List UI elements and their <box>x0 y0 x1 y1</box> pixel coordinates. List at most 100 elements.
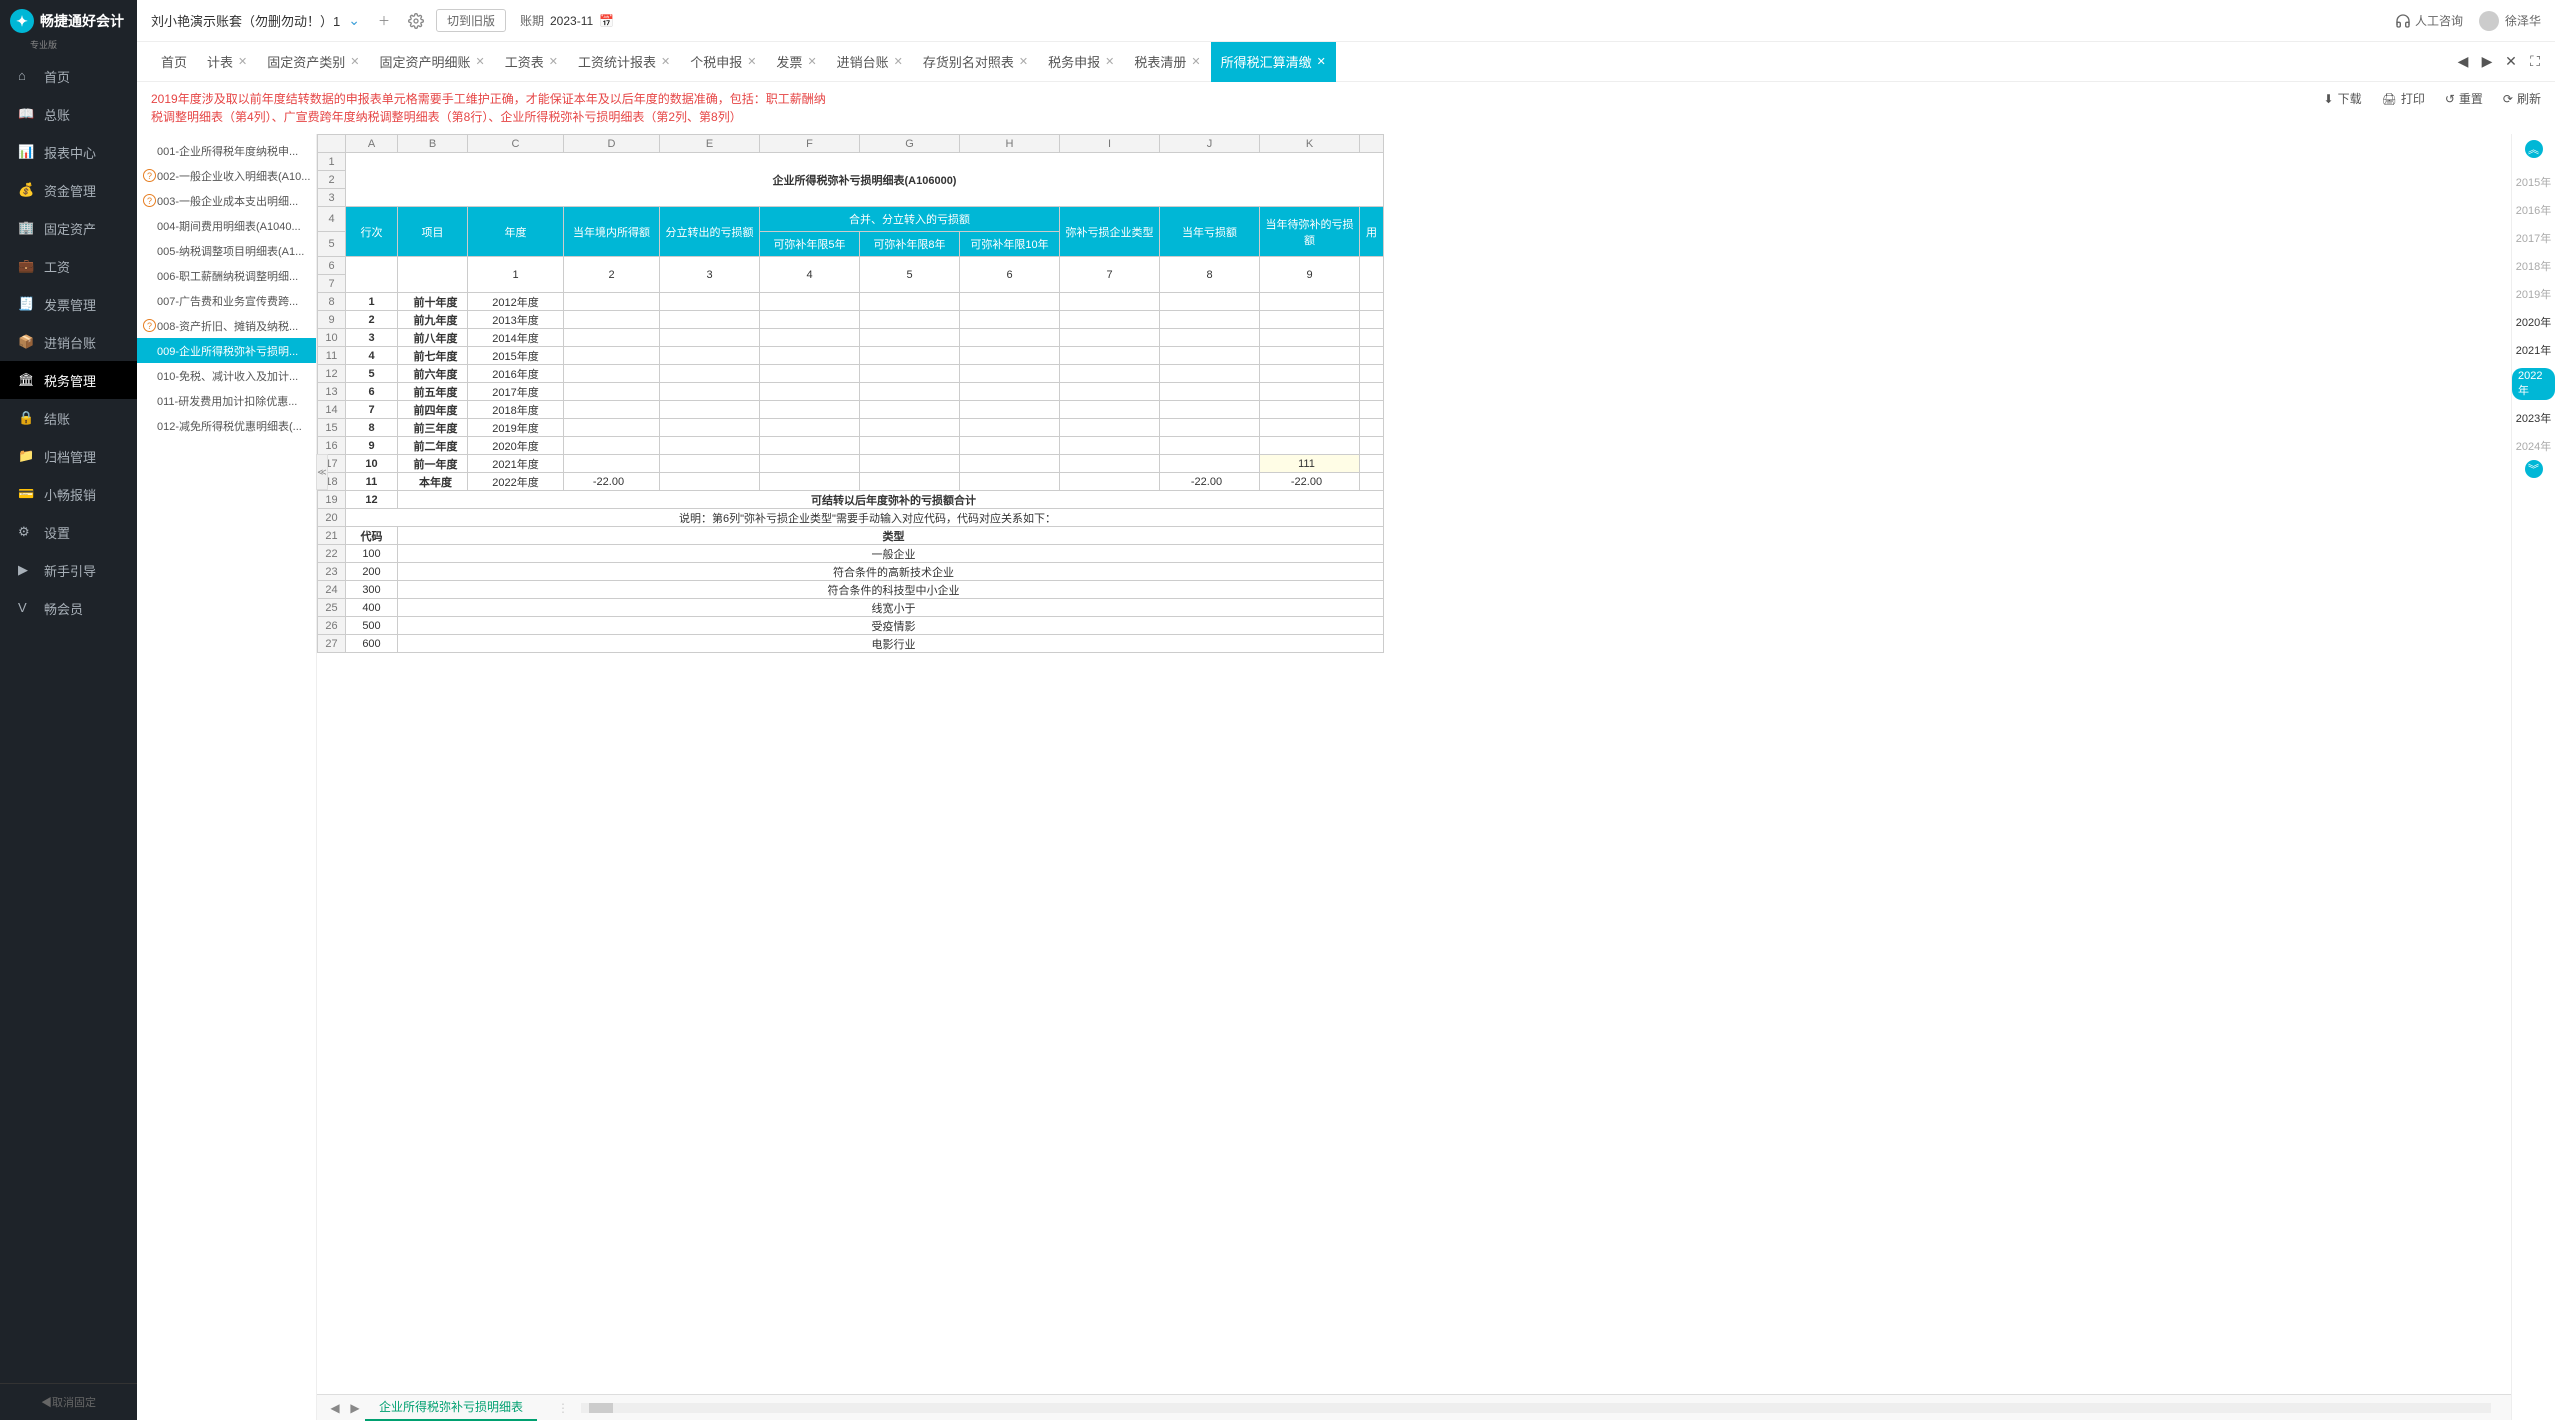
form-item-2[interactable]: 003-一般企业成本支出明细... <box>137 188 316 213</box>
gear-icon[interactable] <box>404 9 428 33</box>
tab-close-icon[interactable]: ✕ <box>476 55 485 68</box>
notice-text: 2019年度涉及取以前年度结转数据的申报表单元格需要手工维护正确，才能保证本年及… <box>151 90 831 126</box>
tab-prev-icon[interactable]: ◀ <box>2451 50 2475 74</box>
sidebar-item-10[interactable]: 📁归档管理 <box>0 437 137 475</box>
tab-9[interactable]: 存货别名对照表✕ <box>913 42 1038 82</box>
calendar-icon[interactable]: 📅 <box>599 14 614 28</box>
tab-12[interactable]: 所得税汇算清缴✕ <box>1211 42 1336 82</box>
print-button[interactable]: 🖨打印 <box>2382 90 2425 107</box>
form-item-5[interactable]: 006-职工薪酬纳税调整明细... <box>137 263 316 288</box>
tab-next-icon[interactable]: ▶ <box>2475 50 2499 74</box>
username: 徐泽华 <box>2505 12 2541 29</box>
download-button[interactable]: ⬇下载 <box>2324 90 2362 107</box>
year-2020年[interactable]: 2020年 <box>2516 308 2551 336</box>
refresh-button[interactable]: ⟳刷新 <box>2503 90 2541 107</box>
tab-11[interactable]: 税表清册✕ <box>1124 42 1210 82</box>
tab-4[interactable]: 工资表✕ <box>495 42 568 82</box>
account-dropdown-icon[interactable]: ⌄ <box>348 12 360 29</box>
sidebar-item-6[interactable]: 🧾发票管理 <box>0 285 137 323</box>
sidebar-item-0[interactable]: ⌂首页 <box>0 57 137 95</box>
form-item-11[interactable]: 012-减免所得税优惠明细表(... <box>137 413 316 438</box>
sidebar-item-13[interactable]: ▶新手引导 <box>0 551 137 589</box>
spreadsheet[interactable]: ABCDEFGHIJK1企业所得税弥补亏损明细表(A106000)234行次项目… <box>317 134 2511 1394</box>
sidebar-item-3[interactable]: 💰资金管理 <box>0 171 137 209</box>
year-rail: ︽ 2015年2016年2017年2018年2019年2020年2021年202… <box>2511 134 2555 1420</box>
tab-fullscreen-icon[interactable]: ⛶ <box>2523 50 2547 74</box>
form-item-3[interactable]: 004-期间费用明细表(A1040... <box>137 213 316 238</box>
sidebar-item-7[interactable]: 📦进销台账 <box>0 323 137 361</box>
tab-close-icon[interactable]: ✕ <box>1019 55 1028 68</box>
year-2016年: 2016年 <box>2516 196 2551 224</box>
period-value[interactable]: 2023-11 <box>550 14 593 28</box>
tab-2[interactable]: 固定资产类别✕ <box>257 42 369 82</box>
nav-icon: 📊 <box>18 144 34 160</box>
sidebar-item-12[interactable]: ⚙设置 <box>0 513 137 551</box>
year-2021年[interactable]: 2021年 <box>2516 336 2551 364</box>
tab-close-icon[interactable]: ✕ <box>1191 55 1200 68</box>
year-scroll-up-icon[interactable]: ︽ <box>2525 140 2543 158</box>
sidebar-unpin[interactable]: ◀取消固定 <box>0 1383 137 1420</box>
form-item-1[interactable]: 002-一般企业收入明细表(A10... <box>137 163 316 188</box>
user-menu[interactable]: 徐泽华 <box>2479 11 2541 31</box>
tab-10[interactable]: 税务申报✕ <box>1038 42 1124 82</box>
print-icon: 🖨 <box>2382 92 2397 106</box>
tab-close-all-icon[interactable]: ✕ <box>2499 50 2523 74</box>
consult-button[interactable]: 人工咨询 <box>2395 12 2463 29</box>
logo-icon: ✦ <box>10 9 34 33</box>
tab-3[interactable]: 固定资产明细账✕ <box>369 42 494 82</box>
tab-7[interactable]: 发票✕ <box>766 42 826 82</box>
sidebar-item-11[interactable]: 💳小畅报销 <box>0 475 137 513</box>
tab-close-icon[interactable]: ✕ <box>549 55 558 68</box>
sheet-hscroll[interactable] <box>581 1403 2491 1413</box>
sidebar-item-8[interactable]: 🏛税务管理 <box>0 361 137 399</box>
tab-5[interactable]: 工资统计报表✕ <box>568 42 680 82</box>
sidebar-item-5[interactable]: 💼工资 <box>0 247 137 285</box>
sheet-tabs: ◀ ▶ 企业所得税弥补亏损明细表 ⋮ <box>317 1394 2511 1420</box>
add-icon[interactable]: ＋ <box>372 9 396 33</box>
tab-8[interactable]: 进销台账✕ <box>827 42 913 82</box>
form-item-6[interactable]: 007-广告费和业务宣传费跨... <box>137 288 316 313</box>
account-name[interactable]: 刘小艳演示账套（勿删勿动！）1 <box>151 11 340 30</box>
switch-old-button[interactable]: 切到旧版 <box>436 9 506 32</box>
tab-close-icon[interactable]: ✕ <box>350 55 359 68</box>
collapse-forms-button[interactable]: ≪ <box>316 454 328 490</box>
form-item-8[interactable]: 009-企业所得税弥补亏损明... <box>137 338 316 363</box>
tab-close-icon[interactable]: ✕ <box>807 55 816 68</box>
avatar <box>2479 11 2499 31</box>
year-2022年[interactable]: 2022年 <box>2512 368 2555 400</box>
form-item-10[interactable]: 011-研发费用加计扣除优惠... <box>137 388 316 413</box>
download-icon: ⬇ <box>2324 92 2334 106</box>
sheet-prev-icon[interactable]: ▶ <box>345 1401 365 1415</box>
tab-0[interactable]: 首页 <box>151 42 197 82</box>
nav-icon: 🧾 <box>18 296 34 312</box>
tab-close-icon[interactable]: ✕ <box>1317 55 1326 68</box>
logo: ✦ 畅捷通好会计 <box>0 0 137 42</box>
nav-icon: ▶ <box>18 562 34 578</box>
sheet-tab[interactable]: 企业所得税弥补亏损明细表 <box>365 1395 537 1421</box>
tab-6[interactable]: 个税申报✕ <box>680 42 766 82</box>
year-2023年[interactable]: 2023年 <box>2516 404 2551 432</box>
form-item-7[interactable]: 008-资产折旧、摊销及纳税... <box>137 313 316 338</box>
tab-close-icon[interactable]: ✕ <box>661 55 670 68</box>
reset-button[interactable]: ↺重置 <box>2445 90 2483 107</box>
tab-close-icon[interactable]: ✕ <box>1105 55 1114 68</box>
tab-1[interactable]: 计表✕ <box>197 42 257 82</box>
tab-close-icon[interactable]: ✕ <box>747 55 756 68</box>
form-item-9[interactable]: 010-免税、减计收入及加计... <box>137 363 316 388</box>
tab-close-icon[interactable]: ✕ <box>894 55 903 68</box>
nav-icon: 📖 <box>18 106 34 122</box>
sidebar-item-9[interactable]: 🔒结账 <box>0 399 137 437</box>
sidebar-item-1[interactable]: 📖总账 <box>0 95 137 133</box>
tab-close-icon[interactable]: ✕ <box>238 55 247 68</box>
sidebar-nav: ⌂首页📖总账📊报表中心💰资金管理🏢固定资产💼工资🧾发票管理📦进销台账🏛税务管理🔒… <box>0 57 137 1383</box>
sidebar-item-14[interactable]: V畅会员 <box>0 589 137 627</box>
nav-icon: 📁 <box>18 448 34 464</box>
year-scroll-down-icon[interactable]: ︾ <box>2525 460 2543 478</box>
nav-icon: 💰 <box>18 182 34 198</box>
topbar: 刘小艳演示账套（勿删勿动！）1 ⌄ ＋ 切到旧版 账期 2023-11 📅 人工… <box>137 0 2555 42</box>
sidebar-item-4[interactable]: 🏢固定资产 <box>0 209 137 247</box>
sheet-first-icon[interactable]: ◀ <box>325 1401 345 1415</box>
form-item-0[interactable]: 001-企业所得税年度纳税申... <box>137 138 316 163</box>
form-item-4[interactable]: 005-纳税调整项目明细表(A1... <box>137 238 316 263</box>
sidebar-item-2[interactable]: 📊报表中心 <box>0 133 137 171</box>
